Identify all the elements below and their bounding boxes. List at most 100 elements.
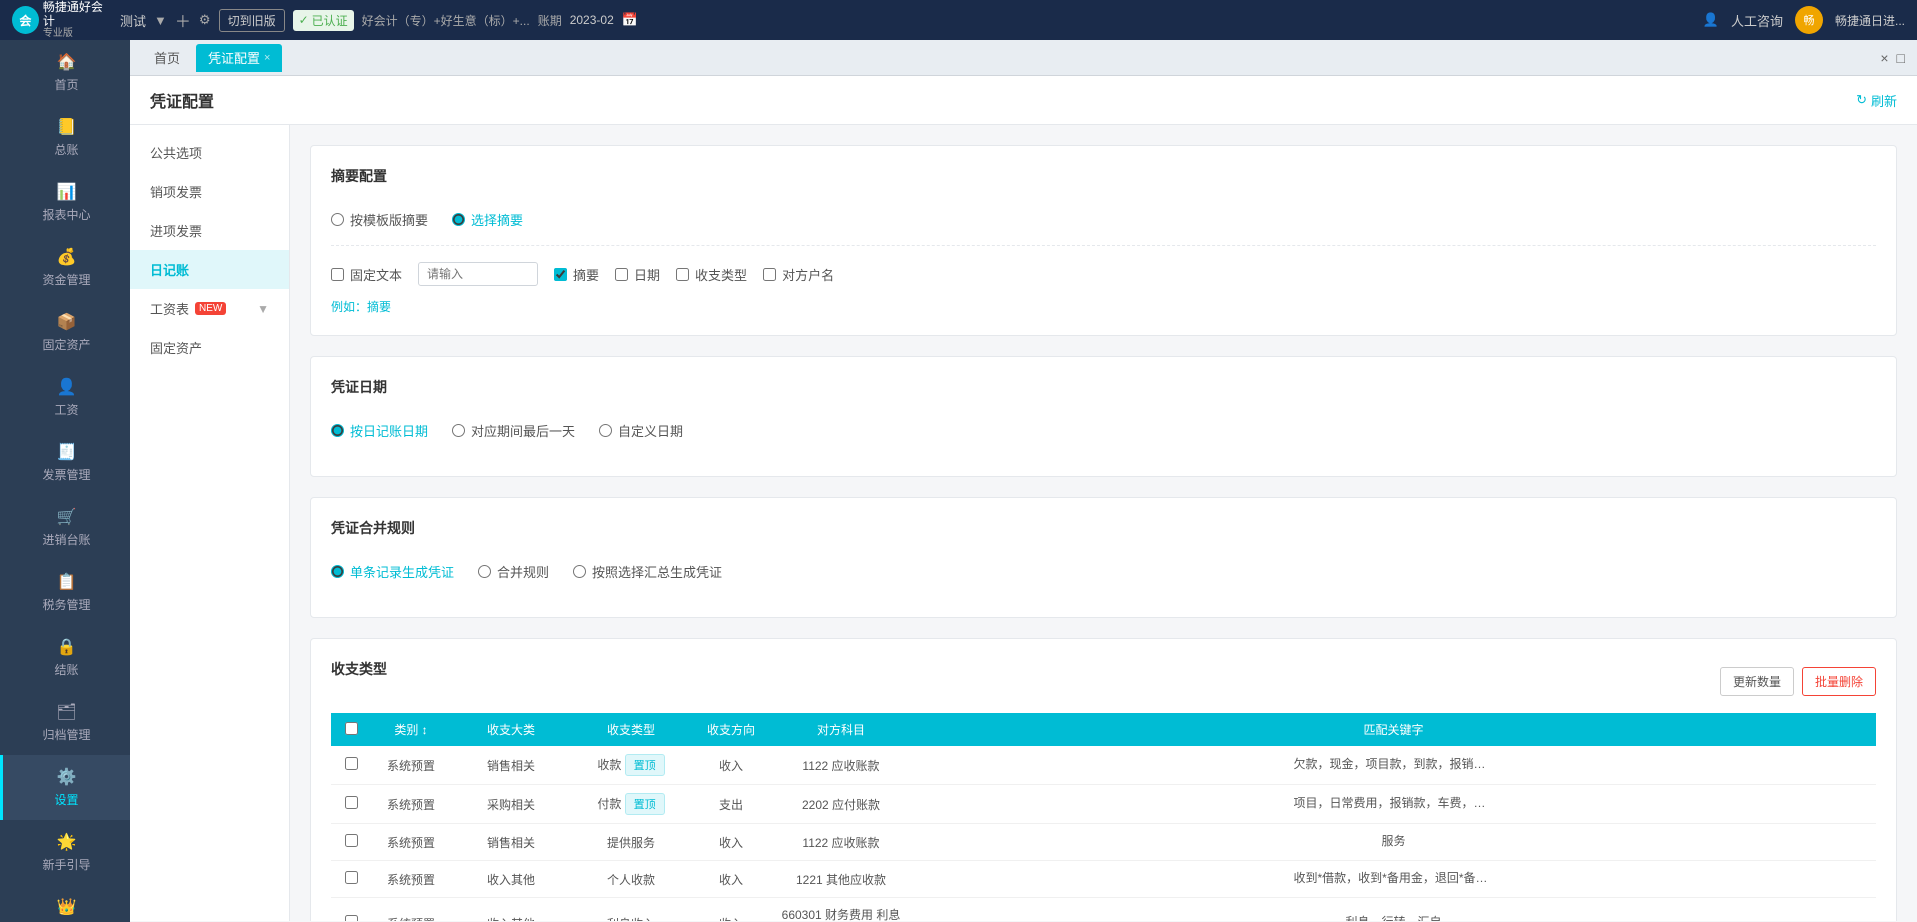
merge-rule-section: 凭证合并规则 单条记录生成凭证 合并规则 按照选择汇总生成凭证 xyxy=(310,497,1897,618)
sidebar-item-finance[interactable]: 💰 资金管理 xyxy=(0,235,130,300)
th-major: 收支大类 xyxy=(451,713,571,746)
sidebar-item-guide[interactable]: 🌟 新手引导 xyxy=(0,820,130,885)
sidebar-item-tax[interactable]: 📋 税务管理 xyxy=(0,560,130,625)
income-type-checkbox[interactable] xyxy=(676,268,689,281)
sidebar-item-close-account[interactable]: 🔒 结账 xyxy=(0,625,130,690)
maximize-window-button[interactable]: □ xyxy=(1897,50,1905,66)
status-badge: ✓ 已认证 xyxy=(293,10,354,31)
table-row: 系统预置 收入其他 个人收款 收入 xyxy=(331,861,1876,898)
radio-single-label[interactable]: 单条记录生成凭证 xyxy=(331,562,454,581)
radio-by-selection-input[interactable] xyxy=(573,565,586,578)
radio-select-input[interactable] xyxy=(452,213,465,226)
sidebar-item-fixed-assets[interactable]: 📦 固定资产 xyxy=(0,300,130,365)
row-checkbox[interactable] xyxy=(345,757,358,770)
row-checkbox[interactable] xyxy=(345,834,358,847)
sidebar-item-member[interactable]: 👑 畅会员 xyxy=(0,885,130,922)
left-nav-item-purchase-invoice[interactable]: 进项发票 xyxy=(130,211,289,250)
update-count-button[interactable]: 更新数量 xyxy=(1720,667,1794,696)
counterparty-checkbox-label[interactable]: 对方户名 xyxy=(763,265,834,284)
radio-by-date-input[interactable] xyxy=(331,424,344,437)
td-checkbox xyxy=(331,746,371,785)
radio-custom-date-label[interactable]: 自定义日期 xyxy=(599,421,683,440)
section-divider xyxy=(331,245,1876,246)
summary-checkbox-label[interactable]: 摘要 xyxy=(554,265,599,284)
close-window-button[interactable]: × xyxy=(1880,50,1888,66)
date-checkbox[interactable] xyxy=(615,268,628,281)
counterparty-checkbox[interactable] xyxy=(763,268,776,281)
summary-section: 摘要配置 按模板版摘要 选择摘要 xyxy=(310,145,1897,336)
radio-custom-date-input[interactable] xyxy=(599,424,612,437)
sidebar-item-purchase-sales[interactable]: 🛒 进销台账 xyxy=(0,495,130,560)
sidebar-item-home[interactable]: 🏠 首页 xyxy=(0,40,130,105)
sidebar-item-label: 发票管理 xyxy=(42,466,90,483)
table-row: 系统预置 销售相关 提供服务 收入 xyxy=(331,824,1876,861)
add-icon[interactable]: ＋ xyxy=(175,8,191,32)
income-type-checkbox-label[interactable]: 收支类型 xyxy=(676,265,747,284)
summary-section-title: 摘要配置 xyxy=(331,166,1876,194)
config-layout: 公共选项 销项发票 进项发票 日记账 工资表 NEW ▼ 固定资产 xyxy=(130,125,1917,921)
sidebar-item-invoice[interactable]: 🧾 发票管理 xyxy=(0,430,130,495)
income-type-table: 类别 ↕ 收支大类 收支类型 收支方向 xyxy=(331,713,1876,921)
radio-period-last-label[interactable]: 对应期间最后一天 xyxy=(452,421,575,440)
td-major-type: 销售相关 xyxy=(451,746,571,785)
refresh-button[interactable]: ↻ 刷新 xyxy=(1856,91,1897,110)
batch-delete-button[interactable]: 批量删除 xyxy=(1802,667,1876,696)
tab-voucher-label: 凭证配置 xyxy=(208,48,260,67)
radio-merge-input[interactable] xyxy=(478,565,491,578)
radio-template-input[interactable] xyxy=(331,213,344,226)
td-subject: 1122 应收账款 xyxy=(771,824,911,861)
radio-select-label[interactable]: 选择摘要 xyxy=(452,210,523,229)
sidebar-item-salary[interactable]: 👤 工资 xyxy=(0,365,130,430)
select-all-checkbox[interactable] xyxy=(345,722,358,735)
radio-template-label[interactable]: 按模板版摘要 xyxy=(331,210,428,229)
sidebar-item-label: 总账 xyxy=(54,141,78,158)
calendar-icon[interactable]: 📅 xyxy=(622,12,638,28)
td-category: 系统预置 xyxy=(371,898,451,922)
left-nav-item-diary[interactable]: 日记账 xyxy=(130,250,289,289)
tab-home[interactable]: 首页 xyxy=(142,44,192,72)
merge-rule-title: 凭证合并规则 xyxy=(331,518,1876,546)
radio-by-date-label[interactable]: 按日记账日期 xyxy=(331,421,428,440)
td-income-type: 个人收款 xyxy=(571,861,691,898)
left-nav-item-fixed-assets[interactable]: 固定资产 xyxy=(130,328,289,367)
left-nav-item-payroll[interactable]: 工资表 NEW ▼ xyxy=(130,289,289,328)
avatar: 畅 xyxy=(1795,6,1823,34)
top-tag-button[interactable]: 置顶 xyxy=(625,793,665,815)
user-name[interactable]: 畅捷通日进... xyxy=(1835,12,1905,29)
dropdown-arrow-icon[interactable]: ▼ xyxy=(154,13,167,28)
top-tag-button[interactable]: 置顶 xyxy=(625,754,665,776)
sort-icon: ↕ xyxy=(422,723,428,737)
th-direction: 收支方向 xyxy=(691,713,771,746)
row-checkbox[interactable] xyxy=(345,871,358,884)
sidebar-item-reports[interactable]: 📊 报表中心 xyxy=(0,170,130,235)
support-label[interactable]: 人工咨询 xyxy=(1731,11,1783,30)
fixed-text-checkbox[interactable] xyxy=(331,268,344,281)
fixed-text-input[interactable] xyxy=(418,262,538,286)
tabbar: 首页 凭证配置 × × □ xyxy=(130,40,1917,76)
row-checkbox[interactable] xyxy=(345,796,358,809)
left-nav-label: 日记账 xyxy=(150,260,189,279)
settings-sidebar-icon: ⚙️ xyxy=(57,767,77,787)
td-major-type: 采购相关 xyxy=(451,785,571,824)
summary-checkbox[interactable] xyxy=(554,268,567,281)
home-icon: 🏠 xyxy=(57,52,77,72)
config-panel: 摘要配置 按模板版摘要 选择摘要 xyxy=(290,125,1917,921)
radio-merge-label[interactable]: 合并规则 xyxy=(478,562,549,581)
tab-close-icon[interactable]: × xyxy=(264,52,270,64)
left-nav-item-sales-invoice[interactable]: 销项发票 xyxy=(130,172,289,211)
sidebar-item-settings[interactable]: ⚙️ 设置 xyxy=(0,755,130,820)
left-nav-item-public[interactable]: 公共选项 xyxy=(130,133,289,172)
date-checkbox-label[interactable]: 日期 xyxy=(615,265,660,284)
switch-version-button[interactable]: 切到旧版 xyxy=(219,9,285,32)
radio-single-input[interactable] xyxy=(331,565,344,578)
row-checkbox[interactable] xyxy=(345,915,358,921)
fixed-text-checkbox-label[interactable]: 固定文本 xyxy=(331,265,402,284)
radio-by-selection-label[interactable]: 按照选择汇总生成凭证 xyxy=(573,562,722,581)
settings-icon[interactable]: ⚙ xyxy=(199,12,211,28)
sidebar-item-ledger[interactable]: 📒 总账 xyxy=(0,105,130,170)
sidebar-item-archive[interactable]: 🗂 归档管理 xyxy=(0,690,130,755)
tab-voucher-config[interactable]: 凭证配置 × xyxy=(196,44,282,72)
td-direction: 收入 xyxy=(691,824,771,861)
table-head-row: 类别 ↕ 收支大类 收支类型 收支方向 xyxy=(331,713,1876,746)
radio-period-last-input[interactable] xyxy=(452,424,465,437)
